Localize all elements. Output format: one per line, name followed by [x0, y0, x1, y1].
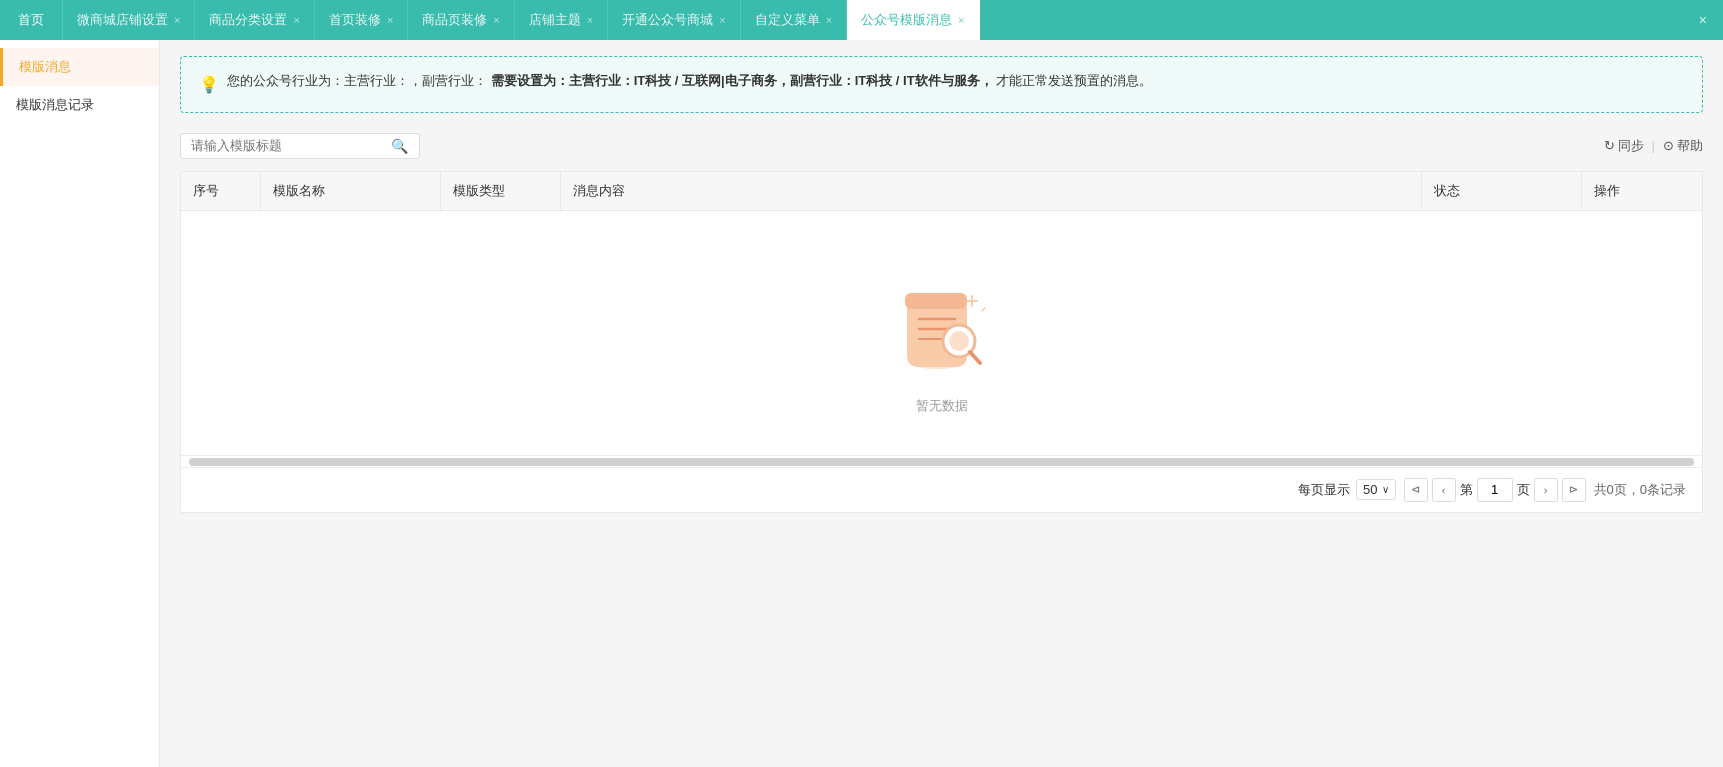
close-all-tabs-button[interactable]: × — [1683, 12, 1723, 28]
nav-tab-product-decor[interactable]: 商品页装修 × — [408, 0, 514, 40]
search-icon[interactable]: 🔍 — [391, 138, 408, 154]
empty-text: 暂无数据 — [916, 397, 968, 415]
prev-page-button[interactable]: ‹ — [1432, 478, 1456, 502]
search-input-wrap: 🔍 — [180, 133, 420, 159]
page-label-suf: 页 — [1517, 481, 1530, 499]
page-size-dropdown[interactable]: 50 ∨ — [1356, 479, 1395, 500]
top-navigation: 首页 微商城店铺设置 × 商品分类设置 × 首页装修 × 商品页装修 × 店铺主… — [0, 0, 1723, 40]
sidebar-item-template-message-record[interactable]: 模版消息记录 — [0, 86, 159, 124]
divider: | — [1652, 138, 1655, 153]
svg-rect-2 — [905, 293, 967, 309]
help-button[interactable]: ⊙ 帮助 — [1663, 137, 1703, 155]
nav-tab-template-message[interactable]: 公众号模版消息 × — [847, 0, 979, 40]
close-icon[interactable]: × — [293, 14, 299, 26]
page-total-label: 共0页，0条记录 — [1594, 481, 1686, 499]
col-header-status: 状态 — [1422, 172, 1582, 210]
search-bar: 🔍 ↻ 同步 | ⊙ 帮助 — [180, 133, 1703, 159]
page-size-label: 每页显示 — [1298, 481, 1350, 499]
next-page-button[interactable]: › — [1534, 478, 1558, 502]
pagination-bar: 每页显示 50 ∨ ⊲ ‹ 第 页 › ⊳ 共0页，0条记录 — [181, 467, 1702, 512]
chevron-down-icon: ∨ — [1382, 484, 1389, 495]
sync-button[interactable]: ↻ 同步 — [1604, 137, 1644, 155]
close-icon[interactable]: × — [826, 14, 832, 26]
col-header-name: 模版名称 — [261, 172, 441, 210]
page-size-select: 每页显示 50 ∨ — [1298, 479, 1395, 500]
nav-tab-store-settings[interactable]: 微商城店铺设置 × — [63, 0, 195, 40]
first-page-button[interactable]: ⊲ — [1404, 478, 1428, 502]
last-page-button[interactable]: ⊳ — [1562, 478, 1586, 502]
close-icon[interactable]: × — [174, 14, 180, 26]
nav-tab-store-theme[interactable]: 店铺主题 × — [515, 0, 608, 40]
page-navigation: ⊲ ‹ 第 页 › ⊳ — [1404, 478, 1586, 502]
nav-tab-open-mall[interactable]: 开通公众号商城 × — [608, 0, 740, 40]
empty-illustration — [887, 271, 997, 381]
close-icon[interactable]: × — [958, 14, 964, 26]
nav-tab-custom-menu[interactable]: 自定义菜单 × — [741, 0, 847, 40]
sync-help-bar: ↻ 同步 | ⊙ 帮助 — [1604, 137, 1703, 155]
close-icon[interactable]: × — [587, 14, 593, 26]
col-header-type: 模版类型 — [441, 172, 561, 210]
template-table: 序号 模版名称 模版类型 消息内容 状态 操作 — [180, 171, 1703, 513]
nav-tab-home[interactable]: 首页 — [0, 0, 63, 40]
search-input[interactable] — [191, 138, 391, 153]
col-header-action: 操作 — [1582, 172, 1702, 210]
nav-tab-homepage-decor[interactable]: 首页装修 × — [315, 0, 408, 40]
page-number-input[interactable] — [1477, 478, 1513, 502]
table-header: 序号 模版名称 模版类型 消息内容 状态 操作 — [181, 172, 1702, 211]
svg-line-8 — [970, 352, 980, 363]
page-label-pre: 第 — [1460, 481, 1473, 499]
content-area: 💡 您的公众号行业为：主营行业：，副营行业： 需要设置为：主营行业：IT科技 /… — [160, 40, 1723, 767]
page-size-value: 50 — [1363, 482, 1377, 497]
scrollbar-track — [189, 458, 1694, 466]
close-icon[interactable]: × — [493, 14, 499, 26]
empty-state: 暂无数据 — [181, 211, 1702, 455]
col-header-content: 消息内容 — [561, 172, 1422, 210]
close-icon[interactable]: × — [719, 14, 725, 26]
refresh-icon: ↻ — [1604, 138, 1615, 153]
industry-alert-box: 💡 您的公众号行业为：主营行业：，副营行业： 需要设置为：主营行业：IT科技 /… — [180, 56, 1703, 113]
sidebar: 模版消息 模版消息记录 — [0, 40, 160, 767]
col-header-seq: 序号 — [181, 172, 261, 210]
main-layout: 模版消息 模版消息记录 💡 您的公众号行业为：主营行业：，副营行业： 需要设置为… — [0, 40, 1723, 767]
question-icon: ⊙ — [1663, 138, 1674, 153]
svg-point-7 — [949, 331, 969, 351]
svg-line-11 — [982, 308, 985, 311]
sidebar-item-template-message[interactable]: 模版消息 — [0, 48, 159, 86]
close-icon[interactable]: × — [387, 14, 393, 26]
nav-tab-product-category[interactable]: 商品分类设置 × — [195, 0, 314, 40]
lightbulb-icon: 💡 — [199, 72, 219, 98]
horizontal-scrollbar[interactable] — [181, 455, 1702, 467]
